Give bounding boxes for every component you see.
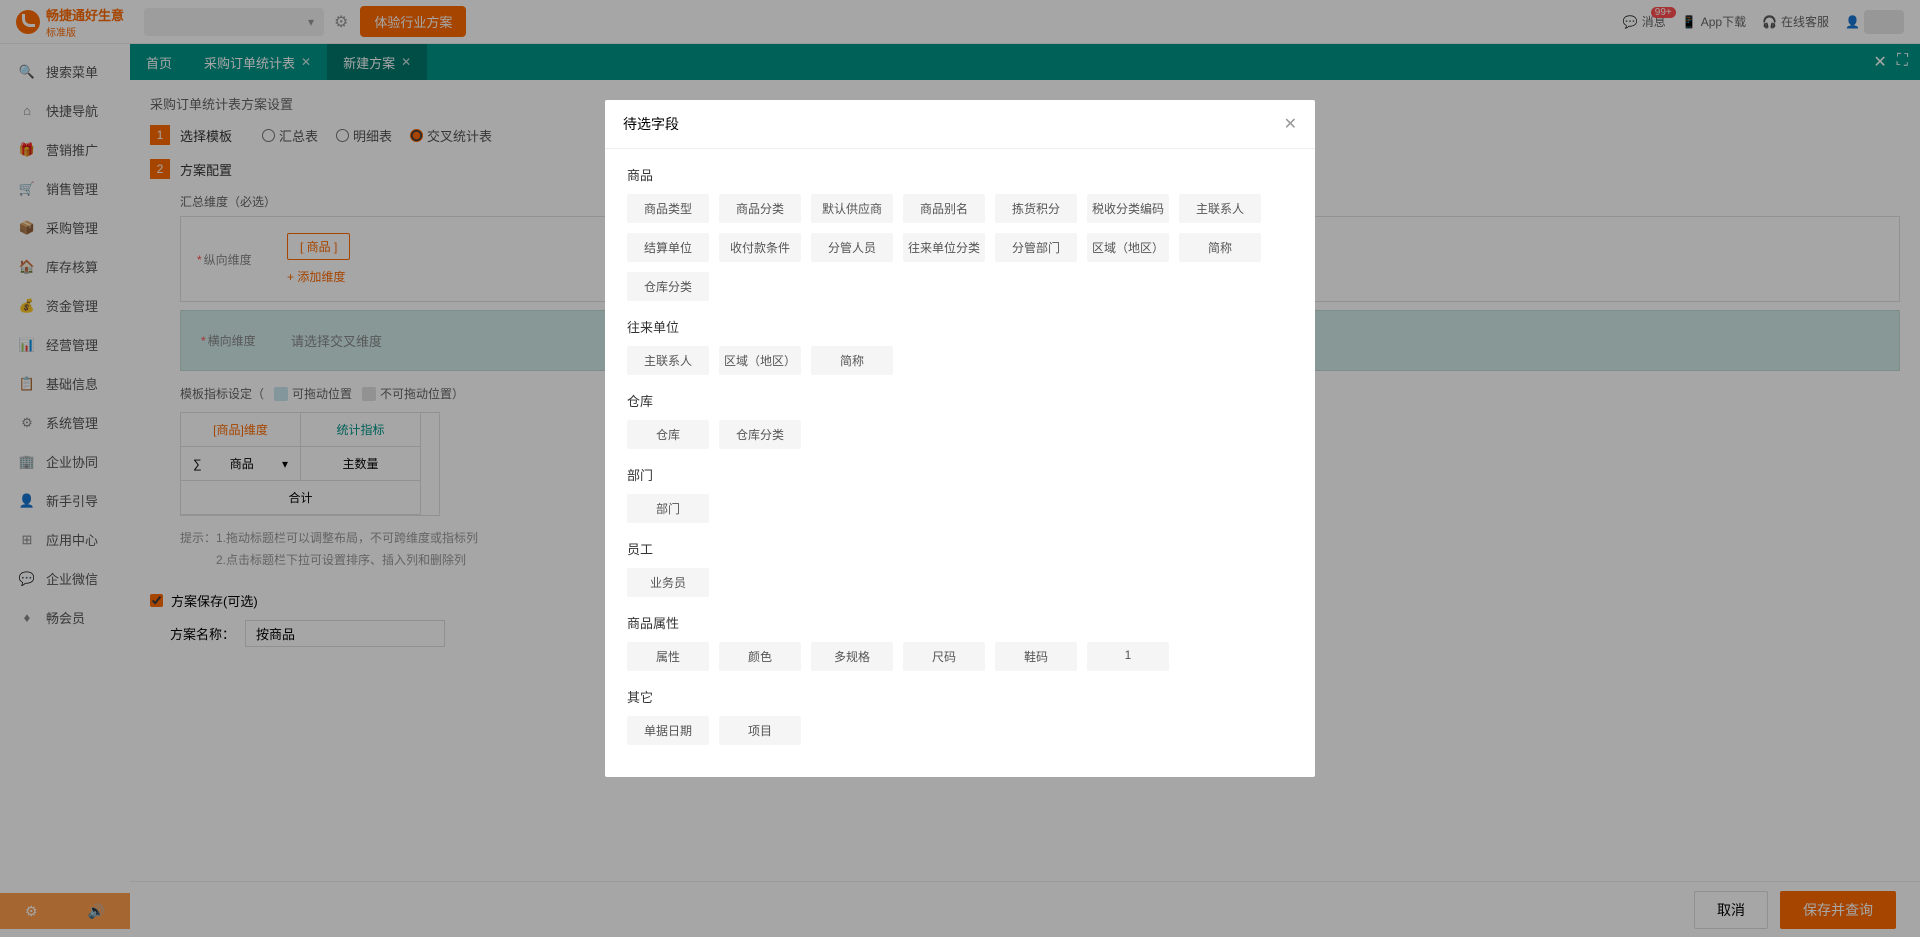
modal-overlay[interactable]: 待选字段 ✕ 商品商品类型商品分类默认供应商商品别名拣货积分税收分类编码主联系人… [0,0,1920,937]
field-tag[interactable]: 往来单位分类 [903,233,985,262]
field-tag[interactable]: 结算单位 [627,233,709,262]
field-tag[interactable]: 属性 [627,642,709,671]
field-group-2: 仓库仓库仓库分类 [627,391,1293,449]
field-selector-modal: 待选字段 ✕ 商品商品类型商品分类默认供应商商品别名拣货积分税收分类编码主联系人… [605,100,1315,777]
field-tag[interactable]: 分管部门 [995,233,1077,262]
field-group-4: 员工业务员 [627,539,1293,597]
field-tag[interactable]: 主联系人 [1179,194,1261,223]
field-tag[interactable]: 默认供应商 [811,194,893,223]
field-group-3: 部门部门 [627,465,1293,523]
field-tag[interactable]: 鞋码 [995,642,1077,671]
field-tag[interactable]: 简称 [811,346,893,375]
field-group-0: 商品商品类型商品分类默认供应商商品别名拣货积分税收分类编码主联系人结算单位收付款… [627,165,1293,301]
field-tag[interactable]: 业务员 [627,568,709,597]
field-tag[interactable]: 单据日期 [627,716,709,745]
field-tag[interactable]: 项目 [719,716,801,745]
field-group-1: 往来单位主联系人区域（地区） 简称 [627,317,1293,375]
field-group-title: 员工 [627,539,1293,558]
field-tag[interactable]: 颜色 [719,642,801,671]
field-group-title: 仓库 [627,391,1293,410]
field-tag[interactable]: 拣货积分 [995,194,1077,223]
modal-title: 待选字段 [623,114,679,134]
field-tag[interactable]: 仓库分类 [719,420,801,449]
field-tag[interactable]: 商品类型 [627,194,709,223]
field-tag[interactable]: 仓库分类 [627,272,709,301]
field-tag[interactable]: 区域（地区） [719,346,801,375]
field-tag[interactable]: 简称 [1179,233,1261,262]
field-tag[interactable]: 1 [1087,642,1169,671]
modal-close-button[interactable]: ✕ [1284,114,1297,134]
field-group-6: 其它单据日期项目 [627,687,1293,745]
field-group-title: 商品属性 [627,613,1293,632]
field-tag[interactable]: 主联系人 [627,346,709,375]
field-group-title: 部门 [627,465,1293,484]
field-tag[interactable]: 商品别名 [903,194,985,223]
field-tag[interactable]: 收付款条件 [719,233,801,262]
field-tag[interactable]: 区域（地区） [1087,233,1169,262]
field-group-title: 往来单位 [627,317,1293,336]
field-group-title: 商品 [627,165,1293,184]
field-tag[interactable]: 多规格 [811,642,893,671]
field-tag[interactable]: 分管人员 [811,233,893,262]
field-group-title: 其它 [627,687,1293,706]
field-tag[interactable]: 商品分类 [719,194,801,223]
field-tag[interactable]: 仓库 [627,420,709,449]
field-tag[interactable]: 尺码 [903,642,985,671]
field-tag[interactable]: 税收分类编码 [1087,194,1169,223]
field-group-5: 商品属性属性颜色多规格尺码鞋码 1 [627,613,1293,671]
field-tag[interactable]: 部门 [627,494,709,523]
